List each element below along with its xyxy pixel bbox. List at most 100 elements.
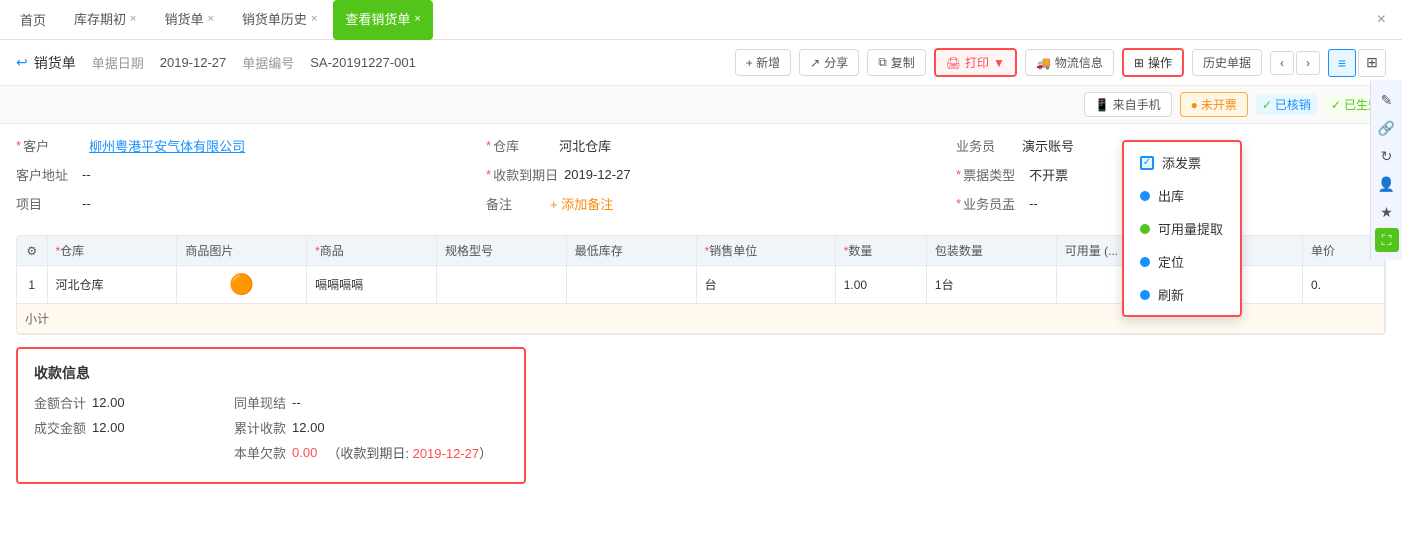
- from-phone-button[interactable]: 📱 来自手机: [1084, 92, 1172, 117]
- tab-inventory-init-close[interactable]: ×: [130, 13, 136, 25]
- print-button[interactable]: 🖨 打印 ▼: [934, 48, 1017, 77]
- history-label: 历史单据: [1203, 54, 1251, 71]
- nav-arrows: ‹ ›: [1270, 51, 1320, 75]
- copy-button[interactable]: ⧉ 复制: [867, 49, 926, 76]
- ops-locate[interactable]: 定位: [1124, 245, 1240, 278]
- row-product: 嗝嗝嗝嗝: [307, 266, 437, 304]
- row-unit-price: 0.: [1303, 266, 1385, 304]
- sidebar-edit-icon[interactable]: ✎: [1375, 88, 1399, 112]
- tab-view-sales[interactable]: 查看销货单 ×: [333, 0, 432, 40]
- share-button[interactable]: ↗ 分享: [799, 49, 859, 76]
- sales-employee-value: --: [1023, 196, 1044, 211]
- arrears-value: 0.00: [292, 445, 317, 460]
- employee-value: 演示账号: [1016, 136, 1080, 155]
- tab-view-sales-label: 查看销货单: [345, 9, 410, 28]
- nav-next[interactable]: ›: [1296, 51, 1320, 75]
- sidebar-user-icon[interactable]: 👤: [1375, 172, 1399, 196]
- not-opened-icon: ●: [1191, 98, 1198, 112]
- sidebar-star-icon[interactable]: ★: [1375, 200, 1399, 224]
- close-all-tabs[interactable]: ×: [1369, 11, 1394, 29]
- add-note-button[interactable]: + 添加备注: [546, 194, 617, 213]
- doc-meta: 单据日期 2019-12-27 单据编号 SA-20191227-001: [92, 53, 416, 72]
- ticket-type-value: 不开票: [1023, 165, 1074, 184]
- nav-prev[interactable]: ‹: [1270, 51, 1294, 75]
- grid-view-button[interactable]: ⊞: [1358, 49, 1386, 77]
- warehouse-value: 河北仓库: [553, 136, 617, 155]
- add-invoice-label: 添发票: [1162, 153, 1201, 172]
- transaction-label: 成交金额: [34, 418, 86, 437]
- tab-sales-order-close[interactable]: ×: [207, 13, 213, 25]
- sidebar-rotate-icon[interactable]: ↻: [1375, 144, 1399, 168]
- project-field: 项目 --: [16, 194, 446, 213]
- share-label: 分享: [824, 54, 848, 71]
- same-order-field: 同单现结 --: [234, 393, 434, 412]
- ops-out-storage[interactable]: 出库: [1124, 179, 1240, 212]
- col-qty[interactable]: *数量: [835, 236, 926, 266]
- payment-date-field: * 收款到期日 2019-12-27: [486, 165, 916, 184]
- share-icon: ↗: [810, 56, 820, 70]
- warehouse-required-star: *: [486, 138, 491, 153]
- total-value: 12.00: [92, 395, 125, 410]
- tab-view-sales-close[interactable]: ×: [414, 13, 420, 25]
- refresh-dot: [1140, 290, 1150, 300]
- warehouse-field: * 仓库 河北仓库: [486, 136, 916, 155]
- payment-info-title: 收款信息: [34, 363, 508, 383]
- sidebar-link-icon[interactable]: 🔗: [1375, 116, 1399, 140]
- logistics-button[interactable]: 🚚 物流信息: [1025, 49, 1114, 76]
- ticket-type-label: 票据类型: [963, 165, 1023, 184]
- payment-row-1: 金额合计 12.00 同单现结 --: [34, 393, 508, 412]
- doc-type-icon: ↩: [16, 54, 28, 71]
- address-value: --: [76, 167, 97, 182]
- ops-can-pickup[interactable]: 可用量提取: [1124, 212, 1240, 245]
- payment-date-required-star: *: [486, 167, 491, 182]
- sales-employee-required-star: *: [956, 196, 961, 211]
- tab-sales-order-label: 销货单: [164, 9, 203, 28]
- locate-label: 定位: [1158, 252, 1184, 271]
- tab-sales-history-close[interactable]: ×: [311, 13, 317, 25]
- col-settings[interactable]: ⚙: [17, 236, 47, 266]
- history-button[interactable]: 历史单据: [1192, 49, 1262, 76]
- number-value: SA-20191227-001: [310, 55, 416, 70]
- print-label: 打印: [965, 54, 989, 71]
- toolbar-right: + 新增 ↗ 分享 ⧉ 复制 🖨 打印 ▼ 🚚 物流信息: [735, 48, 1386, 77]
- add-invoice-checkbox: ✓: [1140, 156, 1154, 170]
- list-view-button[interactable]: ≡: [1328, 49, 1356, 77]
- tab-inventory-init[interactable]: 库存期初 ×: [62, 0, 148, 40]
- checked-label: 已核销: [1275, 96, 1311, 113]
- employee-label: 业务员: [956, 136, 1016, 155]
- add-invoice-check: ✓: [1143, 157, 1151, 168]
- row-warehouse: 河北仓库: [47, 266, 177, 304]
- col-pack-qty: 包装数量: [926, 236, 1056, 266]
- sidebar-expand-icon[interactable]: ⛶: [1375, 228, 1399, 252]
- ops-add-invoice[interactable]: ✓ 添发票: [1124, 146, 1240, 179]
- doc-type-label: 销货单: [34, 53, 76, 73]
- row-pack-qty: 1台: [926, 266, 1056, 304]
- payment-date-label: 收款到期日: [493, 165, 558, 184]
- tab-sales-order[interactable]: 销货单 ×: [152, 0, 225, 40]
- new-button[interactable]: + 新增: [735, 49, 791, 76]
- col-product[interactable]: *商品: [307, 236, 437, 266]
- transaction-field: 成交金额 12.00: [34, 418, 234, 437]
- operations-label: 操作: [1148, 54, 1172, 71]
- date-label: 单据日期: [92, 53, 144, 72]
- logistics-icon: 🚚: [1036, 56, 1051, 70]
- checked-tag: ✓ 已核销: [1256, 94, 1317, 115]
- project-label: 项目: [16, 194, 76, 213]
- ops-refresh[interactable]: 刷新: [1124, 278, 1240, 311]
- date-value: 2019-12-27: [160, 55, 227, 70]
- copy-icon: ⧉: [878, 55, 887, 70]
- tab-home[interactable]: 首页: [8, 4, 58, 35]
- tab-sales-history[interactable]: 销货单历史 ×: [230, 0, 329, 40]
- can-pickup-dot: [1140, 224, 1150, 234]
- operations-button[interactable]: ⊞ 操作: [1122, 48, 1184, 77]
- not-opened-button[interactable]: ● 未开票: [1180, 92, 1248, 117]
- due-date-value: 2019-12-27: [413, 446, 480, 461]
- row-min-stock: [566, 266, 696, 304]
- doc-header: ↩ 销货单 单据日期 2019-12-27 单据编号 SA-20191227-0…: [0, 40, 1402, 86]
- customer-value[interactable]: 柳州粤港平安气体有限公司: [83, 136, 251, 155]
- operations-icon: ⊞: [1134, 56, 1144, 70]
- payment-date-value: 2019-12-27: [558, 167, 637, 182]
- col-unit[interactable]: *销售单位: [696, 236, 835, 266]
- customer-label: 客户: [23, 136, 83, 155]
- col-warehouse[interactable]: *仓库: [47, 236, 177, 266]
